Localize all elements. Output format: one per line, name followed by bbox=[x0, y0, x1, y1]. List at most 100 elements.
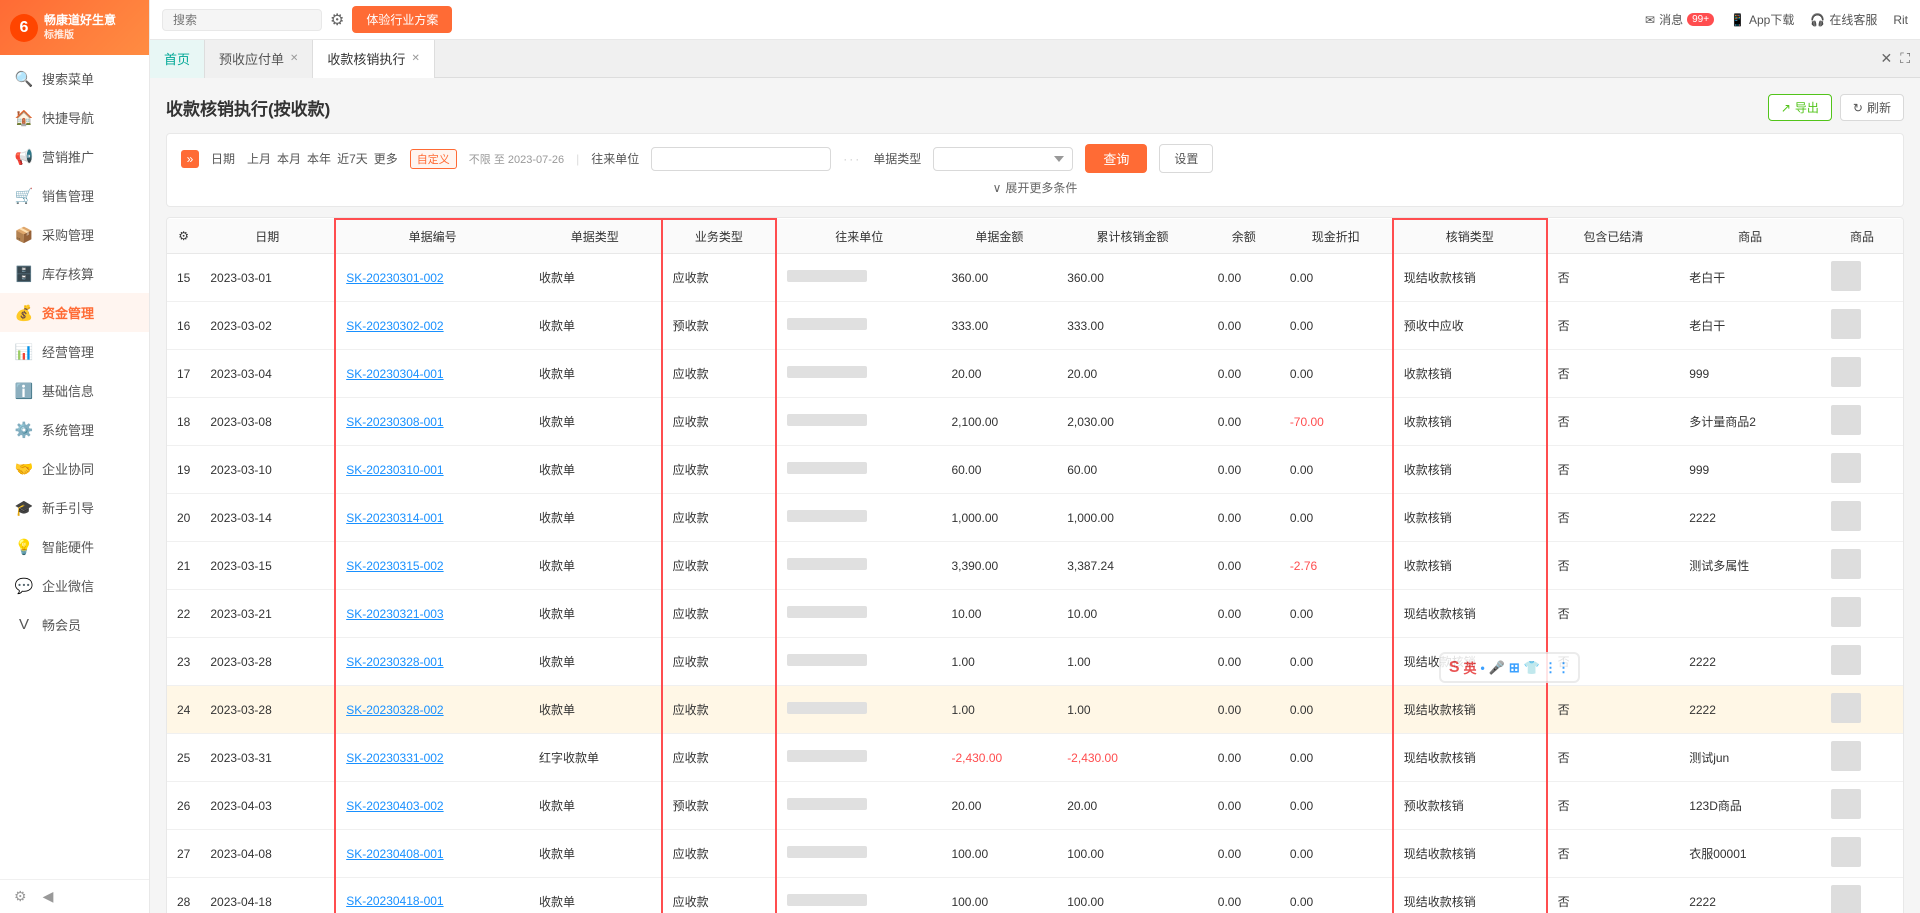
doc-no-link[interactable]: SK-20230328-002 bbox=[346, 703, 443, 717]
quick-nav-icon: 🏠 bbox=[14, 109, 34, 127]
doc-no-link[interactable]: SK-20230403-002 bbox=[346, 799, 443, 813]
app-download-btn[interactable]: 📱 App下载 bbox=[1730, 11, 1794, 28]
query-button[interactable]: 查询 bbox=[1085, 144, 1147, 173]
col-goods[interactable]: 商品 bbox=[1679, 219, 1821, 254]
sidebar-item-hardware[interactable]: 💡智能硬件 bbox=[0, 527, 149, 566]
row-no: 19 bbox=[167, 446, 200, 494]
row-balance: 0.00 bbox=[1208, 686, 1280, 734]
sidebar-item-marketing[interactable]: 📢营销推广 bbox=[0, 137, 149, 176]
inventory-icon: 🗄️ bbox=[14, 265, 34, 283]
row-verify-type: 现结收款核销 bbox=[1393, 878, 1547, 913]
collapse-icon[interactable]: ◀ bbox=[43, 888, 54, 905]
row-balance: 0.00 bbox=[1208, 350, 1280, 398]
sidebar-item-search[interactable]: 🔍搜索菜单 bbox=[0, 59, 149, 98]
row-partner bbox=[776, 782, 941, 830]
page-actions: ↗ 导出 ↻ 刷新 bbox=[1768, 94, 1904, 121]
sidebar-item-guide[interactable]: 🎓新手引导 bbox=[0, 488, 149, 527]
filter-expand-btn[interactable]: ∨ 展开更多条件 bbox=[181, 179, 1889, 196]
message-btn[interactable]: ✉ 消息 99+ bbox=[1645, 11, 1714, 28]
sidebar-item-inventory[interactable]: 🗄️库存核算 bbox=[0, 254, 149, 293]
service-btn[interactable]: 🎧 在线客服 bbox=[1810, 11, 1877, 28]
col-goods2[interactable]: 商品 bbox=[1821, 219, 1903, 254]
row-no: 22 bbox=[167, 590, 200, 638]
sidebar-item-system[interactable]: ⚙️系统管理 bbox=[0, 410, 149, 449]
col-included[interactable]: 包含已结清 bbox=[1547, 219, 1680, 254]
row-included: 否 bbox=[1547, 638, 1680, 686]
col-amount[interactable]: 单据金额 bbox=[941, 219, 1057, 254]
doc-no-link[interactable]: SK-20230315-002 bbox=[346, 559, 443, 573]
doc-no-link[interactable]: SK-20230321-003 bbox=[346, 607, 443, 621]
settings-button[interactable]: 设置 bbox=[1159, 144, 1213, 173]
filter-collapse-btn[interactable]: » bbox=[181, 150, 199, 168]
doc-no-link[interactable]: SK-20230302-002 bbox=[346, 319, 443, 333]
nav-tabs-right: ✕ ⛶ bbox=[1880, 50, 1920, 67]
row-biz-type: 应收款 bbox=[662, 878, 777, 913]
doc-type-select[interactable] bbox=[933, 147, 1073, 171]
user-menu[interactable]: Rit bbox=[1893, 13, 1908, 27]
doc-no-link[interactable]: SK-20230310-001 bbox=[346, 463, 443, 477]
row-discount: 0.00 bbox=[1280, 590, 1393, 638]
col-partner[interactable]: 往来单位 bbox=[776, 219, 941, 254]
doc-no-link[interactable]: SK-20230308-001 bbox=[346, 415, 443, 429]
date-prev-month[interactable]: 上月 bbox=[247, 150, 271, 167]
sidebar-item-wechat[interactable]: 💬企业微信 bbox=[0, 566, 149, 605]
sidebar-item-enterprise[interactable]: 🤝企业协同 bbox=[0, 449, 149, 488]
date-7days[interactable]: 近7天 bbox=[337, 150, 368, 167]
col-balance[interactable]: 余额 bbox=[1208, 219, 1280, 254]
doc-no-link[interactable]: SK-20230328-001 bbox=[346, 655, 443, 669]
row-doc-type: 收款单 bbox=[529, 446, 662, 494]
row-goods2 bbox=[1821, 494, 1903, 542]
col-verify-type[interactable]: 核销类型 bbox=[1393, 219, 1547, 254]
solution-button[interactable]: 体验行业方案 bbox=[352, 6, 452, 33]
tab-pre-payment[interactable]: 预收应付单 ✕ bbox=[205, 40, 313, 78]
col-doc-no[interactable]: 单据编号 bbox=[335, 219, 529, 254]
search-input[interactable] bbox=[162, 9, 322, 31]
settings-icon[interactable]: ⚙ bbox=[14, 888, 27, 905]
refresh-button[interactable]: ↻ 刷新 bbox=[1840, 94, 1904, 121]
row-partner bbox=[776, 254, 941, 302]
tab-home[interactable]: 首页 bbox=[150, 40, 205, 78]
table-row: 27 2023-04-08 SK-20230408-001 收款单 应收款 10… bbox=[167, 830, 1903, 878]
col-biz-type[interactable]: 业务类型 bbox=[662, 219, 777, 254]
col-verified[interactable]: 累计核销金额 bbox=[1057, 219, 1208, 254]
table-row: 20 2023-03-14 SK-20230314-001 收款单 应收款 1,… bbox=[167, 494, 1903, 542]
tab-payment-verify[interactable]: 收款核销执行 ✕ bbox=[313, 40, 434, 78]
table-row: 26 2023-04-03 SK-20230403-002 收款单 预收款 20… bbox=[167, 782, 1903, 830]
partner-input[interactable] bbox=[651, 147, 831, 171]
gear-icon[interactable]: ⚙ bbox=[330, 10, 344, 30]
tab-close-pre-payment[interactable]: ✕ bbox=[290, 53, 298, 64]
date-curr-year[interactable]: 本年 bbox=[307, 150, 331, 167]
doc-no-link[interactable]: SK-20230331-002 bbox=[346, 751, 443, 765]
row-verify-type: 预收中应收 bbox=[1393, 302, 1547, 350]
expand-tabs-icon[interactable]: ⛶ bbox=[1900, 50, 1910, 67]
sidebar-item-quick-nav[interactable]: 🏠快捷导航 bbox=[0, 98, 149, 137]
sidebar-item-finance[interactable]: 💰资金管理 bbox=[0, 293, 149, 332]
sidebar-item-purchase[interactable]: 📦采购管理 bbox=[0, 215, 149, 254]
row-verified: 360.00 bbox=[1057, 254, 1208, 302]
date-custom-btn[interactable]: 自定义 bbox=[410, 149, 457, 169]
sidebar-item-vip[interactable]: V畅会员 bbox=[0, 605, 149, 644]
doc-no-link[interactable]: SK-20230301-002 bbox=[346, 271, 443, 285]
row-verify-type: 收款核销 bbox=[1393, 350, 1547, 398]
row-balance: 0.00 bbox=[1208, 254, 1280, 302]
row-no: 23 bbox=[167, 638, 200, 686]
date-more[interactable]: 更多 bbox=[374, 150, 398, 167]
system-icon: ⚙️ bbox=[14, 421, 34, 439]
sidebar-item-operation[interactable]: 📊经营管理 bbox=[0, 332, 149, 371]
tab-close-payment-verify[interactable]: ✕ bbox=[411, 53, 419, 64]
col-doc-type[interactable]: 单据类型 bbox=[529, 219, 662, 254]
table-row: 24 2023-03-28 SK-20230328-002 收款单 应收款 1.… bbox=[167, 686, 1903, 734]
close-all-tabs-icon[interactable]: ✕ bbox=[1880, 50, 1892, 67]
doc-no-link[interactable]: SK-20230314-001 bbox=[346, 511, 443, 525]
col-settings[interactable]: ⚙ bbox=[167, 219, 200, 254]
doc-no-link[interactable]: SK-20230304-001 bbox=[346, 367, 443, 381]
date-curr-month[interactable]: 本月 bbox=[277, 150, 301, 167]
col-discount[interactable]: 现金折扣 bbox=[1280, 219, 1393, 254]
sidebar-item-sales[interactable]: 🛒销售管理 bbox=[0, 176, 149, 215]
col-date[interactable]: 日期 bbox=[200, 219, 335, 254]
doc-no-link[interactable]: SK-20230418-001 bbox=[346, 894, 443, 908]
doc-no-link[interactable]: SK-20230408-001 bbox=[346, 847, 443, 861]
row-partner bbox=[776, 830, 941, 878]
sidebar-item-basic-info[interactable]: ℹ️基础信息 bbox=[0, 371, 149, 410]
export-button[interactable]: ↗ 导出 bbox=[1768, 94, 1832, 121]
